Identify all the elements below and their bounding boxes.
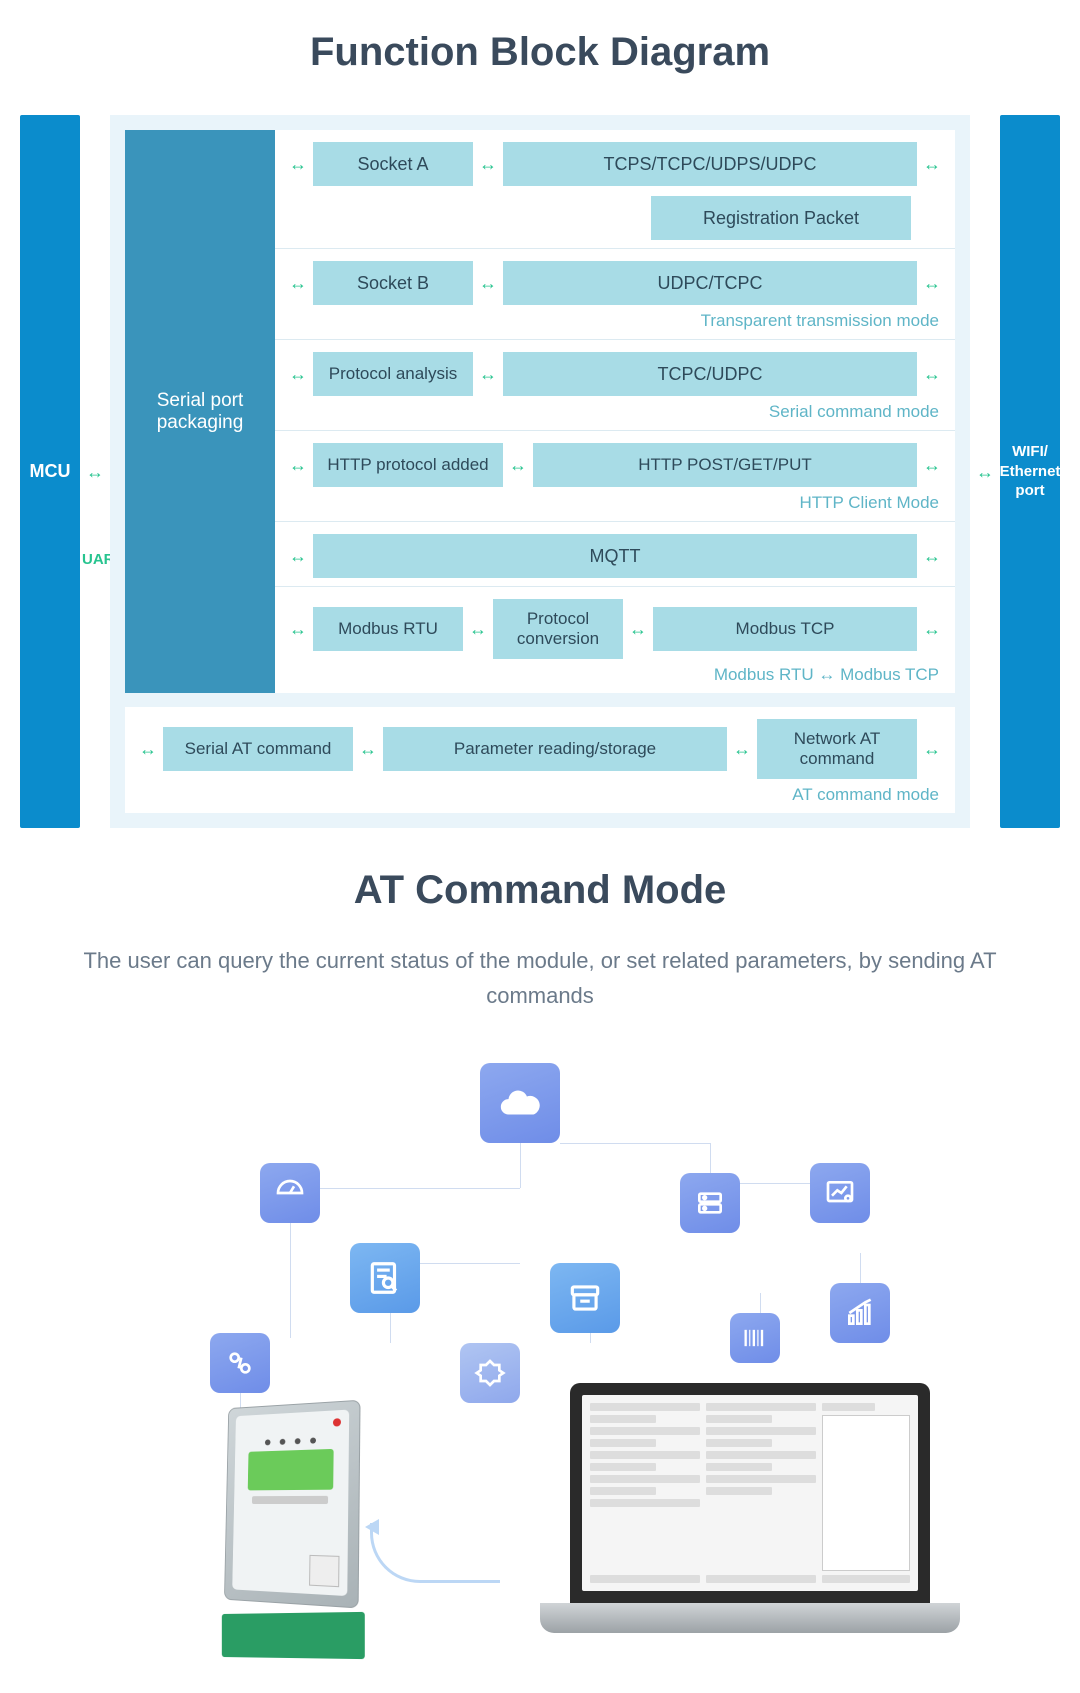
arrow-icon	[503, 456, 533, 474]
mqtt-block: MQTT	[313, 534, 917, 578]
function-block-diagram: MCU UART Serial port packaging Socket A …	[20, 115, 1060, 828]
arrow-icon	[80, 463, 110, 481]
section-title-2: AT Command Mode	[20, 868, 1060, 913]
protocol-analysis-block: Protocol analysis	[313, 352, 473, 396]
arrow-icon	[917, 740, 947, 758]
arrow-icon	[917, 365, 947, 383]
arrow-icon	[133, 740, 163, 758]
arrow-icon	[917, 456, 947, 474]
laptop	[540, 1383, 960, 1663]
arrow-icon	[473, 155, 503, 173]
arrow-icon	[353, 740, 383, 758]
socket-b-protocols-block: UDPC/TCPC	[503, 261, 917, 305]
protocol-conversion-block: Protocol conversion	[493, 599, 623, 659]
arrow-icon	[283, 155, 313, 173]
modbus-tcp-block: Modbus TCP	[653, 607, 917, 651]
http-client-mode-label: HTTP Client Mode	[283, 493, 947, 513]
at-command-illustration	[40, 1053, 1040, 1673]
arrow-icon	[283, 274, 313, 292]
gauge-icon	[260, 1163, 320, 1223]
transparent-mode-label: Transparent transmission mode	[283, 311, 947, 331]
http-methods-block: HTTP POST/GET/PUT	[533, 443, 917, 487]
settings-chart-icon	[810, 1163, 870, 1223]
arrow-icon	[283, 365, 313, 383]
arrow-icon	[727, 740, 757, 758]
barcode-icon	[730, 1313, 780, 1363]
arrow-icon	[463, 620, 493, 638]
section-title-1: Function Block Diagram	[20, 30, 1060, 75]
modbus-mode-label: Modbus RTU ↔ Modbus TCP	[283, 665, 947, 685]
mcu-label: MCU	[30, 461, 71, 482]
socket-a-block: Socket A	[313, 142, 473, 186]
arrow-icon	[283, 547, 313, 565]
badge-icon	[460, 1343, 520, 1403]
arrow-icon	[283, 456, 313, 474]
at-command-mode-label: AT command mode	[133, 785, 947, 805]
param-storage-block: Parameter reading/storage	[383, 727, 727, 771]
serial-packaging-block: Serial port packaging	[125, 130, 275, 693]
contacts-icon	[210, 1333, 270, 1393]
network-at-block: Network AT command	[757, 719, 917, 779]
arrow-icon	[917, 155, 947, 173]
arrow-icon	[970, 463, 1000, 481]
socket-a-protocols-block: TCPS/TCPC/UDPS/UDPC	[503, 142, 917, 186]
serial-at-block: Serial AT command	[163, 727, 353, 771]
wifi-ethernet-block: WIFI/ Ethernet port	[1000, 115, 1060, 828]
arrow-icon	[917, 274, 947, 292]
document-search-icon	[350, 1243, 420, 1313]
diagram-center: Serial port packaging Socket A TCPS/TCPC…	[110, 115, 970, 828]
arrow-icon	[623, 620, 653, 638]
section-subtitle: The user can query the current status of…	[40, 943, 1040, 1013]
chart-up-icon	[830, 1283, 890, 1343]
server-icon	[680, 1173, 740, 1233]
archive-icon	[550, 1263, 620, 1333]
protocol-analysis-right-block: TCPC/UDPC	[503, 352, 917, 396]
mcu-block: MCU UART	[20, 115, 80, 828]
cloud-icon	[480, 1063, 560, 1143]
modbus-rtu-block: Modbus RTU	[313, 607, 463, 651]
arrow-icon	[917, 547, 947, 565]
http-added-block: HTTP protocol added	[313, 443, 503, 487]
arrow-icon	[283, 620, 313, 638]
serial-command-mode-label: Serial command mode	[283, 402, 947, 422]
arrow-icon	[917, 620, 947, 638]
arrow-icon	[473, 365, 503, 383]
arrow-icon	[473, 274, 503, 292]
socket-b-block: Socket B	[313, 261, 473, 305]
registration-packet-block: Registration Packet	[651, 196, 911, 240]
wifi-ethernet-label: WIFI/ Ethernet port	[1000, 442, 1061, 501]
